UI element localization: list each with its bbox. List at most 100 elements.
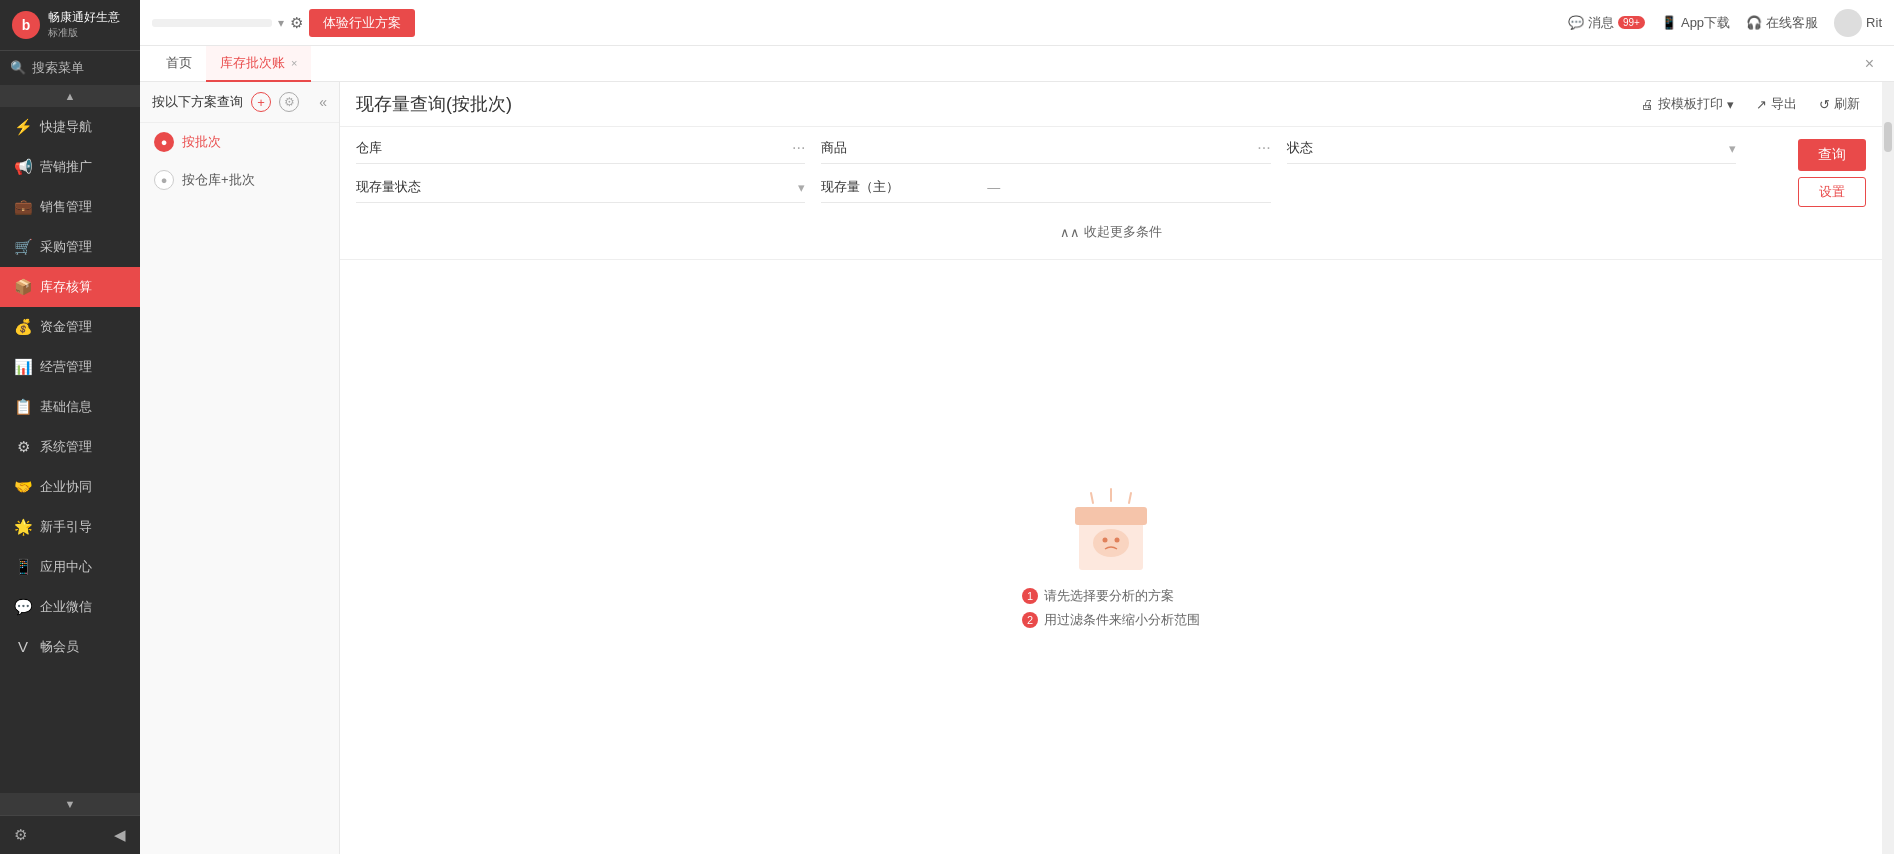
sidebar-company: 畅康通好生意 标准版 [48,10,120,40]
nav-icon-sales: 💼 [14,198,32,216]
tab-batch-account[interactable]: 库存批次账 × [206,46,311,82]
online-service-btn[interactable]: 🎧 在线客服 [1746,14,1818,32]
topbar: ▾ ⚙ 体验行业方案 💬 消息 99+ 📱 App下载 🎧 在线客服 Rit [140,0,1894,46]
stock-amount-filter: 现存量（主） — [821,178,1270,203]
sidebar-item-quick-nav[interactable]: ⚡ 快捷导航 [0,107,140,147]
tabs-bar: 首页 库存批次账 × × [140,46,1894,82]
sidebar-item-inventory[interactable]: 📦库存核算 [0,267,140,307]
query-filters: 仓库 ··· 商品 ··· 状态 ▾ 查询 [340,127,1882,260]
filter-options: ●按批次●按仓库+批次 [140,123,339,199]
sidebar-item-finance[interactable]: 💰 资金管理 [0,307,140,347]
sidebar-item-enterprise[interactable]: 🤝企业协同 [0,467,140,507]
stock-max-input[interactable] [1008,180,1088,195]
nav-icon-member: V [14,638,32,655]
nav-icon-marketing: 📢 [14,158,32,176]
tab-area-close-btn[interactable]: × [1857,55,1882,73]
sidebar-search[interactable]: 🔍 搜索菜单 [0,51,140,85]
sidebar-item-marketing[interactable]: 📢 营销推广 [0,147,140,187]
user-avatar-btn[interactable]: Rit [1834,9,1882,37]
svg-line-7 [1129,493,1131,503]
sidebar-item-member[interactable]: V畅会员 [0,627,140,667]
svg-point-4 [1115,538,1120,543]
export-btn[interactable]: ↗ 导出 [1750,92,1803,116]
nav-icon-enterprise: 🤝 [14,478,32,496]
nav-label-marketing: 营销推广 [40,158,92,176]
sidebar-scroll-up[interactable]: ▲ [0,85,140,107]
add-scheme-btn[interactable]: + [251,92,271,112]
avatar [1834,9,1862,37]
warehouse-dots-btn[interactable]: ··· [792,139,805,157]
chevron-down-icon[interactable]: ▾ [278,16,284,30]
product-dots-btn[interactable]: ··· [1257,139,1270,157]
settings-icon[interactable]: ⚙ [14,826,27,844]
filter-panel: 按以下方案查询 + ⚙ « ●按批次●按仓库+批次 [140,82,340,854]
product-input[interactable] [861,141,1257,156]
empty-tip-1: 1 请先选择要分析的方案 [1022,587,1200,605]
breadcrumb-search[interactable] [152,19,272,27]
sidebar-item-wechat[interactable]: 💬企业微信 [0,587,140,627]
trial-button[interactable]: 体验行业方案 [309,9,415,37]
status-dropdown-icon[interactable]: ▾ [1729,141,1736,156]
collapse-filters-btn[interactable]: ∧∧ 收起更多条件 [1060,223,1162,241]
sidebar-item-system[interactable]: ⚙系统管理 [0,427,140,467]
export-icon: ↗ [1756,97,1767,112]
nav-label-quick-nav: 快捷导航 [40,118,92,136]
stock-status-input[interactable] [421,180,798,195]
tab-home[interactable]: 首页 [152,46,206,82]
headset-icon: 🎧 [1746,15,1762,30]
nav-label-finance: 资金管理 [40,318,92,336]
query-btn[interactable]: 查询 [1798,139,1866,171]
page-title: 现存量查询(按批次) [356,92,512,116]
svg-point-2 [1093,529,1129,557]
sidebar-item-operation[interactable]: 📊经营管理 [0,347,140,387]
refresh-btn[interactable]: ↺ 刷新 [1813,92,1866,116]
collapse-panel-icon[interactable]: « [319,94,327,110]
sidebar-scroll-down[interactable]: ▼ [0,793,140,815]
empty-box-svg [1061,485,1161,575]
query-toolbar: 🖨 按模板打印 ▾ ↗ 导出 ↺ 刷新 [1635,92,1866,116]
phone-icon: 📱 [1661,15,1677,30]
nav-icon-finance: 💰 [14,318,32,336]
content-area: 按以下方案查询 + ⚙ « ●按批次●按仓库+批次 现存量查询(按批次) 🖨 按… [140,82,1894,854]
filter-option-warehouse-batch[interactable]: ●按仓库+批次 [140,161,339,199]
status-input[interactable] [1327,141,1729,156]
nav-icon-quick-nav: ⚡ [14,118,32,136]
filter-option-batch[interactable]: ●按批次 [140,123,339,161]
sidebar-footer: ⚙ ◀ [0,815,140,854]
nav-icon-guide: 🌟 [14,518,32,536]
nav-icon-purchase: 🛒 [14,238,32,256]
sidebar-item-sales[interactable]: 💼销售管理 [0,187,140,227]
sidebar-nav: ⚡ 快捷导航 📢 营销推广 💼销售管理🛒采购管理📦库存核算 💰 资金管理 📊经营管理📋基础信息… [0,107,140,793]
message-icon: 💬 [1568,15,1584,30]
query-header: 现存量查询(按批次) 🖨 按模板打印 ▾ ↗ 导出 ↺ 刷新 [340,82,1882,127]
app-download-btn[interactable]: 📱 App下载 [1661,14,1730,32]
query-settings-btn[interactable]: 设置 [1798,177,1866,207]
stock-status-dropdown-icon[interactable]: ▾ [798,180,805,195]
svg-point-3 [1103,538,1108,543]
product-filter: 商品 ··· [821,139,1270,164]
nav-label-guide: 新手引导 [40,518,92,536]
topbar-gear-icon[interactable]: ⚙ [290,14,303,32]
sidebar-logo: b [12,11,40,39]
empty-illustration [1061,485,1161,575]
sidebar-item-guide[interactable]: 🌟 新手引导 [0,507,140,547]
nav-icon-wechat: 💬 [14,598,32,616]
scheme-settings-btn[interactable]: ⚙ [279,92,299,112]
filter-collapse-row: ∧∧ 收起更多条件 [356,217,1866,247]
messages-btn[interactable]: 💬 消息 99+ [1568,14,1645,32]
query-area: 现存量查询(按批次) 🖨 按模板打印 ▾ ↗ 导出 ↺ 刷新 [340,82,1882,854]
sidebar-item-appstore[interactable]: 📱应用中心 [0,547,140,587]
print-icon: 🖨 [1641,97,1654,112]
print-chevron-icon: ▾ [1727,97,1734,112]
sidebar-item-purchase[interactable]: 🛒采购管理 [0,227,140,267]
sidebar-item-basic[interactable]: 📋基础信息 [0,387,140,427]
tab-close-icon[interactable]: × [291,57,297,69]
breadcrumb: ▾ ⚙ 体验行业方案 [152,9,1558,37]
stock-min-input[interactable] [899,180,979,195]
filter-panel-title: 按以下方案查询 [152,93,243,111]
right-scrollbar[interactable] [1882,82,1894,854]
warehouse-input[interactable] [396,141,792,156]
print-btn[interactable]: 🖨 按模板打印 ▾ [1635,92,1740,116]
collapse-sidebar-icon[interactable]: ◀ [114,826,126,844]
sidebar: b 畅康通好生意 标准版 🔍 搜索菜单 ▲ ⚡ 快捷导航 📢 营销推广 💼销售管理🛒采购… [0,0,140,854]
